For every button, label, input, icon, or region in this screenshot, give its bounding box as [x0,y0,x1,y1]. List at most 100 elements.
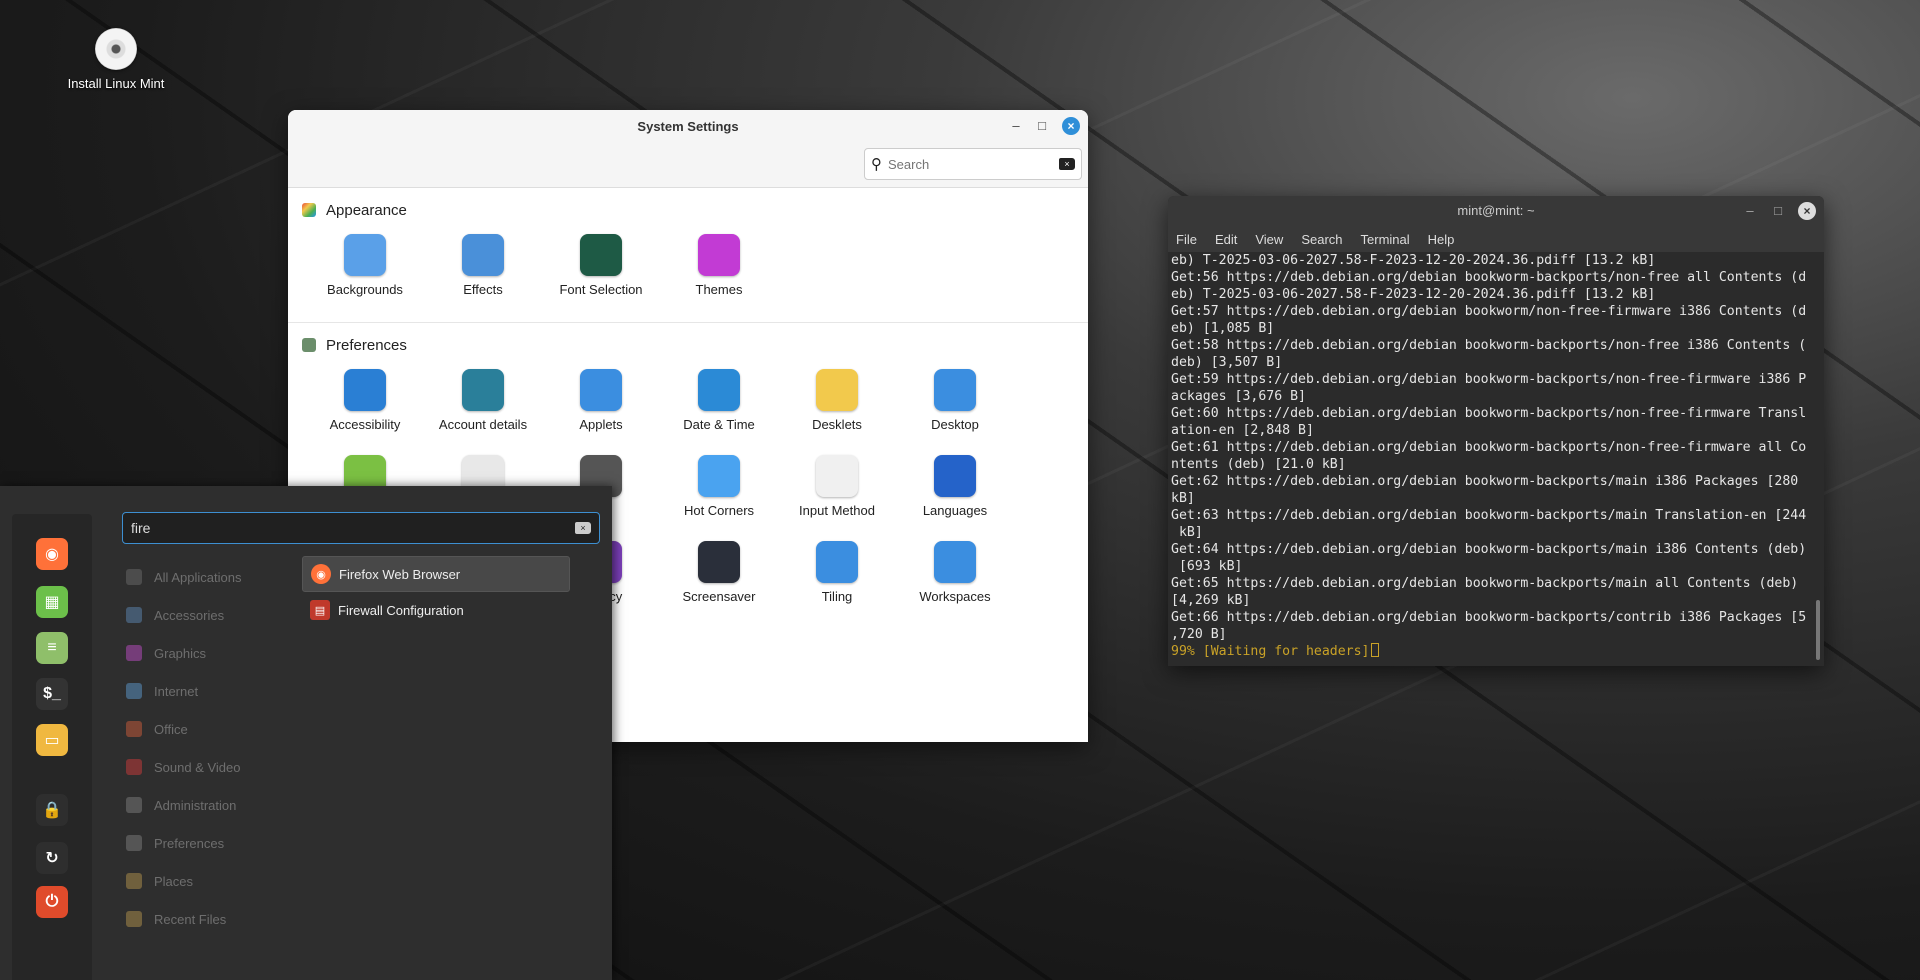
favorite-software-manager[interactable]: ▦ [36,586,68,618]
menu-search[interactable]: × [122,512,600,544]
office-icon [126,721,142,737]
settings-item[interactable]: Accessibility [306,361,424,447]
category-label: Graphics [154,645,207,661]
settings-item[interactable]: Tiling [778,533,896,619]
settings-search[interactable]: ⚲ × [864,148,1082,180]
result-label: Firefox Web Browser [339,566,461,582]
section-header-preferences: Preferences [288,329,1088,361]
favorite-settings[interactable]: ≡ [36,632,68,664]
all-apps-icon [126,569,142,585]
terminal-menu-view[interactable]: View [1255,232,1283,247]
terminal-maximize-button[interactable]: □ [1768,196,1788,226]
settings-item[interactable]: Effects [424,226,542,312]
settings-item[interactable]: Desktop [896,361,1014,447]
terminal-progress-line: 99% [Waiting for headers] [1171,643,1816,660]
terminal-line: Get:66 https://deb.debian.org/debian boo… [1171,610,1807,625]
category-item[interactable]: Recent Files [126,900,296,938]
hot-corners-icon [698,455,740,497]
category-label: Places [154,873,194,889]
favorite-logout[interactable]: ↻ [36,842,68,874]
settings-item[interactable]: Themes [660,226,778,312]
terminal-menu-edit[interactable]: Edit [1215,232,1237,247]
terminal-menu-search[interactable]: Search [1301,232,1342,247]
settings-item[interactable]: Screensaver [660,533,778,619]
terminal-close-button[interactable]: × [1798,202,1816,220]
terminal-line: Get:62 https://deb.debian.org/debian boo… [1171,474,1799,489]
settings-item[interactable]: Account details [424,361,542,447]
terminal-line: [693 kB] [1171,559,1243,574]
favorite-terminal[interactable]: $_ [36,678,68,710]
favorite-firefox[interactable]: ◉ [36,538,68,570]
section-icon [302,338,316,352]
terminal-menu-file[interactable]: File [1176,232,1197,247]
category-item[interactable]: Graphics [126,634,296,672]
favorite-lock[interactable]: 🔒 [36,794,68,826]
logout-icon: ↻ [45,850,59,867]
result-label: Firewall Configuration [338,602,464,618]
languages-icon [934,455,976,497]
category-item[interactable]: Administration [126,786,296,824]
graphics-icon [126,645,142,661]
terminal-line: ackages [3,676 B] [1171,389,1306,404]
category-item[interactable]: Internet [126,672,296,710]
minimize-button[interactable]: – [1006,118,1026,133]
tiling-icon [816,541,858,583]
settings-item[interactable]: Desklets [778,361,896,447]
category-item[interactable]: Preferences [126,824,296,862]
settings-item-label: Applets [579,417,623,432]
desktop-icon [934,369,976,411]
settings-item[interactable]: Input Method [778,447,896,533]
menu-search-input[interactable] [131,520,551,536]
preferences-icon [126,835,142,851]
firefox-icon: ◉ [311,564,331,584]
terminal-line: eb) [1,085 B] [1171,321,1275,336]
terminal-line: kB] [1171,491,1195,506]
settings-item-label: Font Selection [559,282,643,297]
settings-item-label: Desktop [931,417,979,432]
search-icon: ⚲ [871,156,882,173]
settings-item[interactable]: Date & Time [660,361,778,447]
category-item[interactable]: Accessories [126,596,296,634]
favorite-power[interactable]: ⏻ [36,886,68,918]
settings-item[interactable]: Hot Corners [660,447,778,533]
settings-item-label: Date & Time [683,417,755,432]
settings-item-label: Hot Corners [683,503,755,518]
category-label: Recent Files [154,911,227,927]
terminal-line: ntents (deb) [21.0 kB] [1171,457,1346,472]
clear-search-icon[interactable]: × [1059,158,1075,170]
settings-item[interactable]: Backgrounds [306,226,424,312]
terminal-line: Get:56 https://deb.debian.org/debian boo… [1171,270,1807,285]
clear-menu-search-icon[interactable]: × [575,522,591,534]
maximize-button[interactable]: □ [1032,118,1052,133]
backgrounds-icon [344,234,386,276]
settings-item[interactable]: Languages [896,447,1014,533]
settings-titlebar[interactable]: System Settings – □ × ⚲ × [288,110,1088,188]
lock-icon: 🔒 [42,802,62,819]
terminal-minimize-button[interactable]: – [1740,196,1760,226]
terminal-output[interactable]: eb) T-2025-03-06-2027.58-F-2023-12-20-20… [1168,252,1824,660]
terminal-scrollbar[interactable] [1816,600,1820,660]
terminal-menu-help[interactable]: Help [1428,232,1455,247]
settings-item[interactable]: Applets [542,361,660,447]
category-item[interactable]: All Applications [126,558,296,596]
search-result-item[interactable]: ▤ Firewall Configuration [302,592,570,628]
terminal-titlebar[interactable]: mint@mint: ~ – □ × [1168,196,1824,226]
close-button[interactable]: × [1062,117,1080,135]
settings-item-label: Account details [438,417,528,432]
terminal-menu-terminal[interactable]: Terminal [1361,232,1410,247]
terminal-line: Get:64 https://deb.debian.org/debian boo… [1171,542,1807,557]
category-item[interactable]: Places [126,862,296,900]
search-result-item[interactable]: ◉ Firefox Web Browser [302,556,570,592]
category-label: Administration [154,797,237,813]
favorite-files[interactable]: ▭ [36,724,68,756]
settings-item[interactable]: Font Selection [542,226,660,312]
desktop-icon-install[interactable]: Install Linux Mint [56,28,176,91]
category-item[interactable]: Sound & Video [126,748,296,786]
search-input[interactable] [888,156,1038,172]
category-label: Sound & Video [154,759,241,775]
settings-icon: ≡ [47,639,57,656]
category-item[interactable]: Office [126,710,296,748]
settings-item-label: Desklets [812,417,862,432]
settings-item[interactable]: Workspaces [896,533,1014,619]
cd-icon [95,28,137,70]
